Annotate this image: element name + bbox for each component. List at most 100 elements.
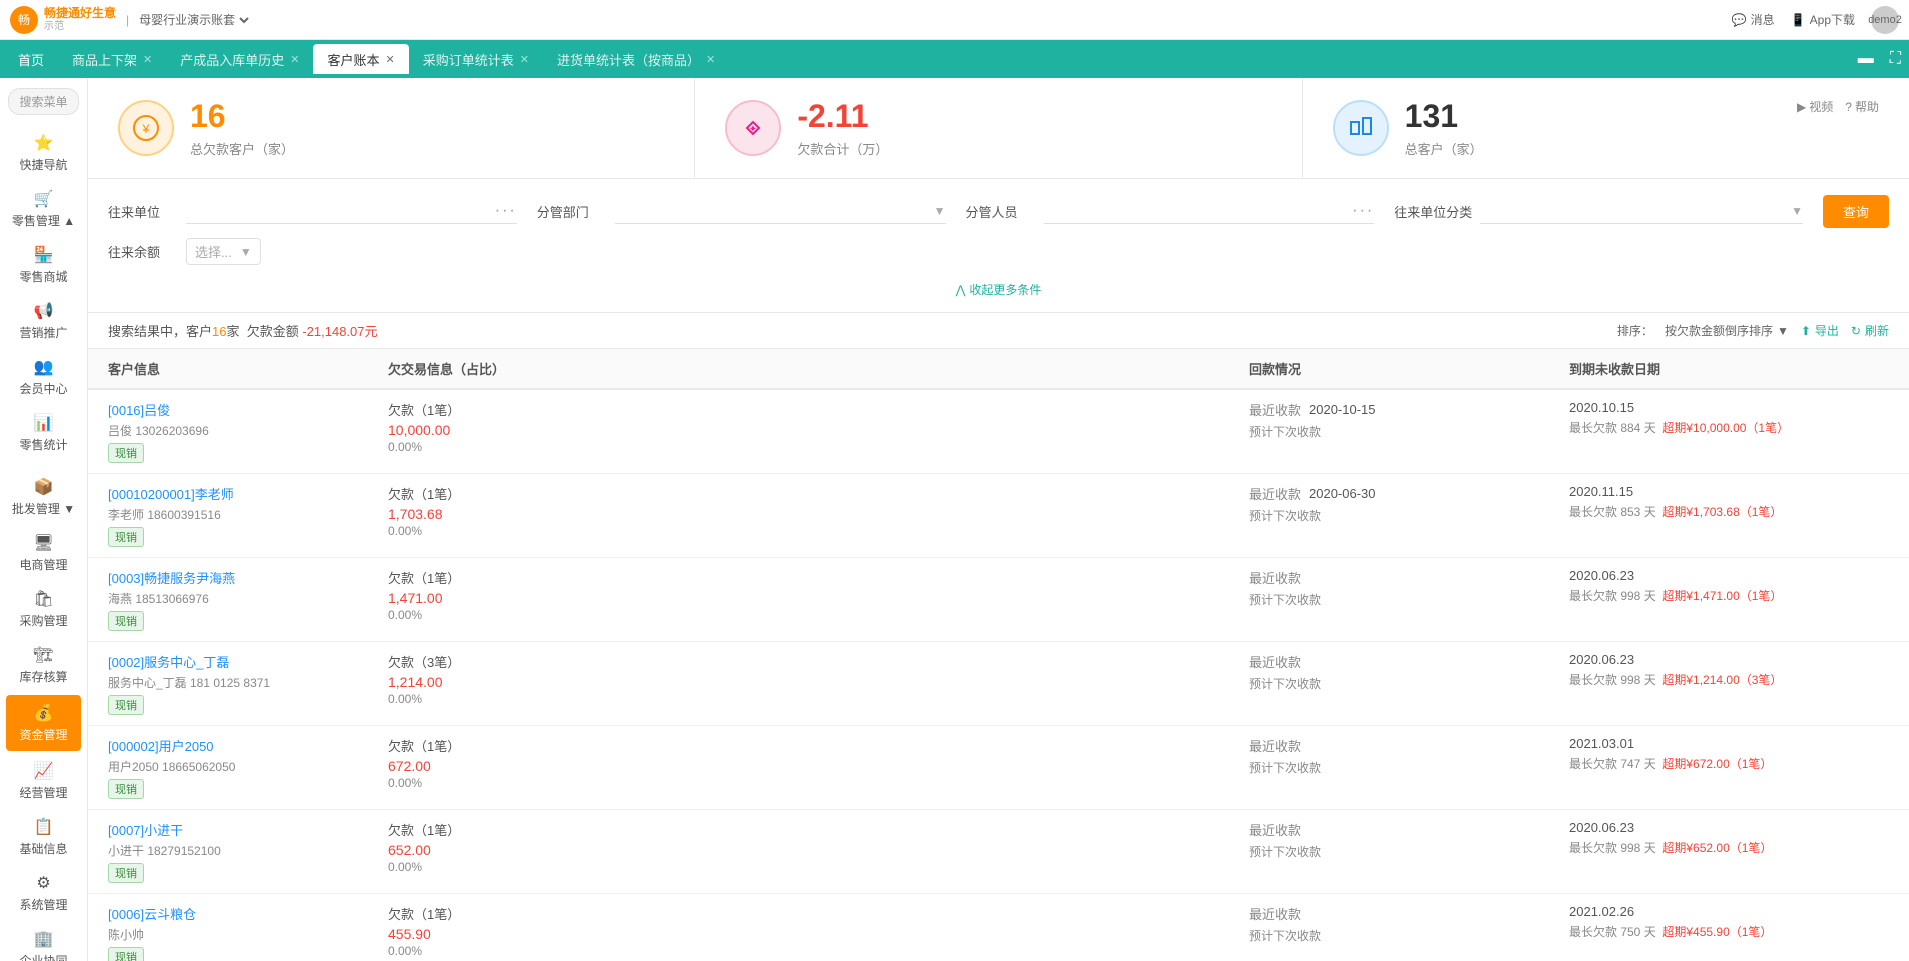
due-detail-1: 最长欠款 853 天 超期¥1,703.68（1笔） <box>1569 503 1889 520</box>
overdue-link-4[interactable]: 超期¥672.00（1笔） <box>1662 757 1772 771</box>
close-product-history[interactable]: ✕ <box>290 53 299 66</box>
sidebar-item-batch-mgmt[interactable]: 📦 批发管理 ▼ <box>0 469 87 525</box>
customer-name-link-3[interactable]: [0002]服务中心_丁磊 <box>108 655 229 670</box>
due-date-3: 2020.06.23 <box>1569 652 1889 667</box>
sort-label: 排序： <box>1617 322 1653 339</box>
customer-name-link-4[interactable]: [000002]用户2050 <box>108 739 214 754</box>
debt-info-6: 欠款（1笔） 455.90 0.00% <box>388 904 1249 958</box>
customer-name-link-6[interactable]: [0006]云斗粮仓 <box>108 907 196 922</box>
sidebar-item-ecommerce[interactable]: 🖥 电商管理 <box>0 525 87 581</box>
enterprise-icon: 🏢 <box>34 929 54 949</box>
sort-arrow-icon: ▼ <box>1777 324 1789 338</box>
repay-next-4: 预计下次收款 <box>1249 759 1569 776</box>
source-unit-input[interactable] <box>186 200 495 223</box>
tab-products-off[interactable]: 商品上下架 ✕ <box>58 44 166 74</box>
tab-home[interactable]: 首页 <box>4 44 58 74</box>
sidebar-item-retail-mgmt[interactable]: 🛒 零售管理 ▲ <box>0 181 87 237</box>
sort-option-label: 按欠款金额倒序排序 <box>1665 322 1773 339</box>
sidebar-search-box[interactable]: 搜索菜单 <box>8 88 79 115</box>
due-detail-5: 最长欠款 998 天 超期¥652.00（1笔） <box>1569 839 1889 856</box>
debt-amount-2: 1,471.00 <box>388 590 1249 606</box>
table-row-inner: [0002]服务中心_丁磊 服务中心_丁磊 181 0125 8371 现销 欠… <box>88 642 1909 725</box>
dept-input[interactable] <box>615 200 934 223</box>
sidebar-item-retail-store[interactable]: 🏪 零售商城 <box>0 237 87 293</box>
table-row: [0002]服务中心_丁磊 服务中心_丁磊 181 0125 8371 现销 欠… <box>88 642 1909 726</box>
help-btn[interactable]: ? 帮助 <box>1845 98 1879 115</box>
sidebar-item-enterprise[interactable]: 🏢 企业协同 <box>0 921 87 961</box>
logo-text: 畅捷通好生意 <box>44 6 116 20</box>
system-label: 系统管理 <box>19 896 67 913</box>
sidebar-item-purchase-mgmt[interactable]: 🛍 采购管理 <box>0 581 87 637</box>
due-info-1: 2020.11.15 最长欠款 853 天 超期¥1,703.68（1笔） <box>1569 484 1889 520</box>
due-date-0: 2020.10.15 <box>1569 400 1889 415</box>
debt-count-6: 欠款（1笔） <box>388 904 1249 923</box>
sidebar-item-quick-nav[interactable]: ⭐ 快捷导航 <box>0 125 87 181</box>
debt-count-5: 欠款（1笔） <box>388 820 1249 839</box>
export-btn[interactable]: ⬆ 导出 <box>1801 322 1839 339</box>
overdue-link-3[interactable]: 超期¥1,214.00（3笔） <box>1662 673 1782 687</box>
tab-product-history[interactable]: 产成品入库单历史 ✕ <box>166 44 313 74</box>
sidebar-item-system[interactable]: ⚙ 系统管理 <box>0 865 87 921</box>
due-date-4: 2021.03.01 <box>1569 736 1889 751</box>
due-info-0: 2020.10.15 最长欠款 884 天 超期¥10,000.00（1笔） <box>1569 400 1889 436</box>
message-btn[interactable]: 💬 消息 <box>1732 11 1775 28</box>
manager-dots[interactable]: ··· <box>1352 202 1374 220</box>
total-customers-label: 总客户（家） <box>1405 139 1781 158</box>
message-icon: 💬 <box>1732 13 1747 27</box>
sidebar-item-inventory[interactable]: 🏗 库存核算 <box>0 637 87 693</box>
filter-source-unit: 往来单位 ··· <box>108 200 517 224</box>
debt-count-0: 欠款（1笔） <box>388 400 1249 419</box>
customer-name-link-2[interactable]: [0003]畅捷服务尹海燕 <box>108 571 235 586</box>
close-customer-account[interactable]: ✕ <box>386 53 395 66</box>
table-row-inner: [00010200001]李老师 李老师 18600391516 现销 欠款（1… <box>88 474 1909 557</box>
filter-row-2: 往来余额 选择... ▼ <box>108 238 1889 265</box>
overdue-link-6[interactable]: 超期¥455.90（1笔） <box>1662 925 1772 939</box>
sort-select[interactable]: 按欠款金额倒序排序 ▼ <box>1665 322 1789 339</box>
tab-collapse-icon[interactable]: ▬ <box>1854 50 1878 68</box>
sidebar-item-finance[interactable]: 💰 资金管理 <box>6 695 81 751</box>
customer-info-6: [0006]云斗粮仓 陈小帅 现销 <box>108 904 388 961</box>
repay-row-1: 最近收款 2020-06-30 <box>1249 484 1569 503</box>
customer-name-link-1[interactable]: [00010200001]李老师 <box>108 487 234 502</box>
sidebar-item-marketing[interactable]: 📢 营销推广 <box>0 293 87 349</box>
collapse-button[interactable]: ⋀ 收起更多条件 <box>108 275 1889 304</box>
repay-label-5: 最近收款 <box>1249 820 1301 839</box>
source-unit-dots[interactable]: ··· <box>495 202 517 220</box>
debt-amount-1: 1,703.68 <box>388 506 1249 522</box>
avatar[interactable]: demo2 <box>1871 6 1899 34</box>
unit-category-input[interactable] <box>1480 200 1791 223</box>
overdue-link-1[interactable]: 超期¥1,703.68（1笔） <box>1662 505 1782 519</box>
tab-purchase-order[interactable]: 采购订单统计表 ✕ <box>409 44 543 74</box>
th-customer: 客户信息 <box>108 359 388 378</box>
app-download-btn[interactable]: 📱 App下载 <box>1791 11 1855 28</box>
customer-name-link-5[interactable]: [0007]小进干 <box>108 823 183 838</box>
tab-expand-icon[interactable]: ⛶ <box>1886 50 1905 68</box>
ops-mgmt-label: 经营管理 <box>19 784 67 801</box>
customer-name-link-0[interactable]: [0016]吕俊 <box>108 403 170 418</box>
ecommerce-icon: 🖥 <box>33 533 53 553</box>
overdue-link-5[interactable]: 超期¥652.00（1笔） <box>1662 841 1772 855</box>
due-info-2: 2020.06.23 最长欠款 998 天 超期¥1,471.00（1笔） <box>1569 568 1889 604</box>
close-purchase-stats[interactable]: ✕ <box>706 53 715 66</box>
company-selector[interactable]: 母婴行业演示账套 <box>135 12 252 28</box>
overdue-link-0[interactable]: 超期¥10,000.00（1笔） <box>1662 421 1789 435</box>
close-products-off[interactable]: ✕ <box>143 53 152 66</box>
close-purchase-order[interactable]: ✕ <box>520 53 529 66</box>
tab-customer-account[interactable]: 客户账本 ✕ <box>313 44 408 74</box>
tab-purchase-stats[interactable]: 进货单统计表（按商品） ✕ <box>543 44 729 74</box>
video-btn[interactable]: ▶ 视频 <box>1797 98 1833 115</box>
stat-actions: ▶ 视频 ? 帮助 <box>1797 98 1879 115</box>
sidebar-item-ops-mgmt[interactable]: 📈 经营管理 <box>0 753 87 809</box>
sidebar-item-basic-info[interactable]: 📋 基础信息 <box>0 809 87 865</box>
manager-input[interactable] <box>1044 200 1353 223</box>
search-button[interactable]: 查询 <box>1823 195 1889 228</box>
marketing-label: 营销推广 <box>19 324 67 341</box>
top-header: 畅 畅捷通好生意 示范 | 母婴行业演示账套 💬 消息 📱 App下载 demo… <box>0 0 1909 40</box>
sidebar-item-retail-stats[interactable]: 📊 零售统计 <box>0 405 87 461</box>
due-detail-2: 最长欠款 998 天 超期¥1,471.00（1笔） <box>1569 587 1889 604</box>
table-body: [0016]吕俊 吕俊 13026203696 现销 欠款（1笔） 10,000… <box>88 390 1909 961</box>
due-detail-4: 最长欠款 747 天 超期¥672.00（1笔） <box>1569 755 1889 772</box>
refresh-btn[interactable]: ↻ 刷新 <box>1851 322 1889 339</box>
overdue-link-2[interactable]: 超期¥1,471.00（1笔） <box>1662 589 1782 603</box>
sidebar-item-members[interactable]: 👥 会员中心 <box>0 349 87 405</box>
